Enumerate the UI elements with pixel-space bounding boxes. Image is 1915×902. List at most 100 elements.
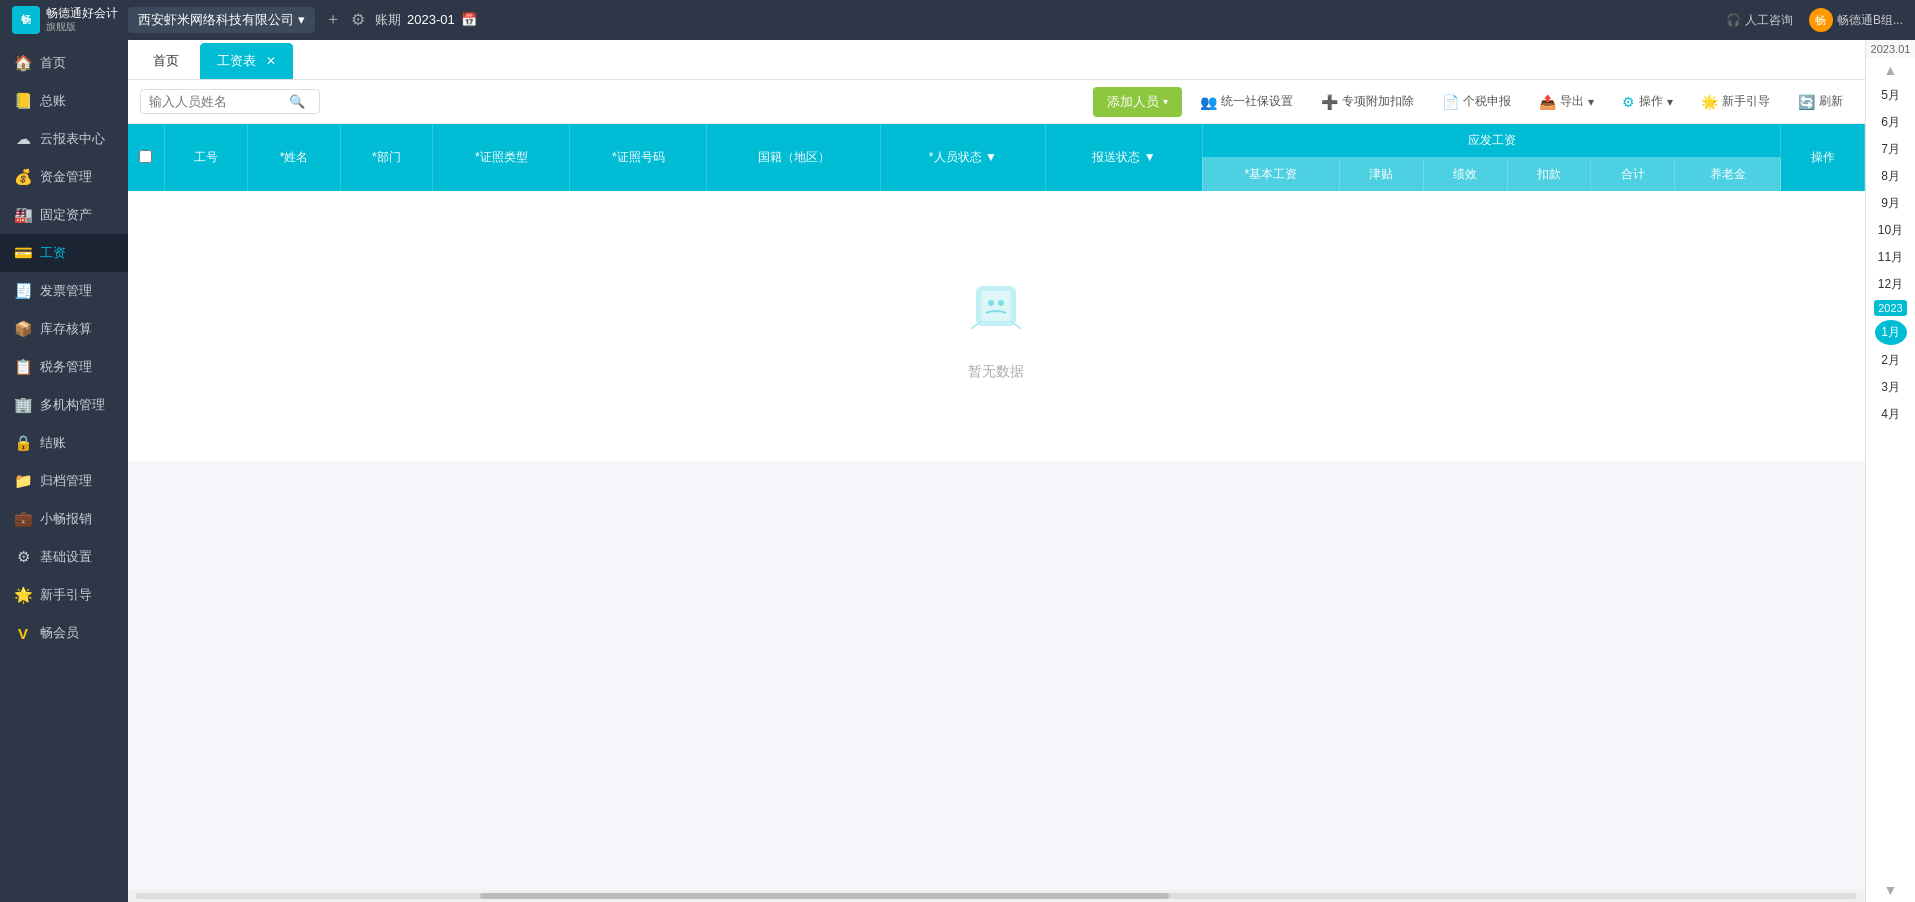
- expense-icon: 💼: [14, 510, 32, 528]
- guide-label: 新手引导: [1722, 93, 1770, 110]
- th-emp-id: 工号: [164, 124, 248, 191]
- operations-btn[interactable]: ⚙ 操作 ▾: [1612, 88, 1683, 115]
- ai-consult-btn[interactable]: 🎧 人工咨询: [1726, 12, 1793, 29]
- sidebar-item-settings[interactable]: ⚙ 基础设置: [0, 538, 128, 576]
- next-year-arrow[interactable]: ▼: [1866, 878, 1915, 902]
- month-6[interactable]: 6月: [1866, 109, 1915, 136]
- company-selector[interactable]: 西安虾米网络科技有限公司 ▾: [128, 7, 315, 33]
- fund-icon: 💰: [14, 168, 32, 186]
- month-list: 5月 6月 7月 8月 9月 10月 11月 12月 2023 1月 2月 3月…: [1866, 82, 1915, 878]
- sidebar-item-close[interactable]: 🔒 结账: [0, 424, 128, 462]
- sidebar-item-fund[interactable]: 💰 资金管理: [0, 158, 128, 196]
- logo-area: 畅 畅德通好会计 旗舰版: [12, 6, 118, 34]
- month-2[interactable]: 2月: [1866, 347, 1915, 374]
- sidebar-item-ledger[interactable]: 📒 总账: [0, 82, 128, 120]
- sidebar-item-tax[interactable]: 📋 税务管理: [0, 348, 128, 386]
- social-icon: 👥: [1200, 94, 1217, 110]
- tab-bar: 首页 工资表 ✕: [128, 40, 1865, 80]
- month-11[interactable]: 11月: [1866, 244, 1915, 271]
- tab-home[interactable]: 首页: [136, 43, 196, 79]
- period-value: 2023-01: [407, 12, 455, 27]
- multi-org-icon: 🏢: [14, 396, 32, 414]
- sidebar-label-vip: 畅会员: [40, 624, 79, 642]
- select-all-checkbox[interactable]: [139, 150, 152, 163]
- ops-icon: ⚙: [1622, 94, 1635, 110]
- scroll-thumb[interactable]: [480, 893, 1168, 899]
- right-panel: 2023.01 ▲ 5月 6月 7月 8月 9月 10月 11月 12月 202…: [1865, 40, 1915, 902]
- logo-icon: 畅: [12, 6, 40, 34]
- deduction-label: 专项附加扣除: [1342, 93, 1414, 110]
- sidebar-label-expense: 小畅报销: [40, 510, 92, 528]
- archive-icon: 📁: [14, 472, 32, 490]
- sidebar-item-home[interactable]: 🏠 首页: [0, 44, 128, 82]
- month-4[interactable]: 4月: [1866, 401, 1915, 428]
- refresh-btn[interactable]: 🔄 刷新: [1788, 88, 1853, 115]
- tax-label: 个税申报: [1463, 93, 1511, 110]
- month-7[interactable]: 7月: [1866, 136, 1915, 163]
- sidebar-item-fixed-assets[interactable]: 🏭 固定资产: [0, 196, 128, 234]
- month-3[interactable]: 3月: [1866, 374, 1915, 401]
- tab-close-icon[interactable]: ✕: [266, 55, 276, 67]
- month-12[interactable]: 12月: [1866, 271, 1915, 298]
- scroll-track[interactable]: [136, 893, 1857, 899]
- guide-btn[interactable]: 🌟 新手引导: [1691, 88, 1780, 115]
- th-performance: 绩效: [1423, 158, 1507, 192]
- month-10[interactable]: 10月: [1866, 217, 1915, 244]
- month-8[interactable]: 8月: [1866, 163, 1915, 190]
- export-btn[interactable]: 📤 导出 ▾: [1529, 88, 1604, 115]
- sidebar-label-archive: 归档管理: [40, 472, 92, 490]
- calendar-icon[interactable]: 📅: [461, 12, 477, 27]
- sidebar-item-inventory[interactable]: 📦 库存核算: [0, 310, 128, 348]
- th-checkbox[interactable]: [128, 124, 164, 191]
- sidebar: 🏠 首页 📒 总账 ☁ 云报表中心 💰 资金管理 🏭 固定资产 💳 工资 🧾 发…: [0, 40, 128, 902]
- company-name: 西安虾米网络科技有限公司: [138, 11, 294, 29]
- tax-filing-btn[interactable]: 📄 个税申报: [1432, 88, 1521, 115]
- toolbar-area: 🔍 添加人员 ▾ 👥 统一社保设置 ➕ 专项附加扣除 📄 个税申报 📤 导出: [128, 80, 1865, 124]
- sidebar-item-guide[interactable]: 🌟 新手引导: [0, 576, 128, 614]
- month-1-active[interactable]: 1月: [1875, 320, 1907, 345]
- current-year-badge: 2023: [1874, 300, 1906, 316]
- export-label: 导出: [1560, 93, 1584, 110]
- home-icon: 🏠: [14, 54, 32, 72]
- th-social-ins: 养老金: [1675, 158, 1781, 192]
- sidebar-item-archive[interactable]: 📁 归档管理: [0, 462, 128, 500]
- sidebar-item-salary[interactable]: 💳 工资: [0, 234, 128, 272]
- month-9[interactable]: 9月: [1866, 190, 1915, 217]
- company-dropdown-icon: ▾: [298, 12, 305, 27]
- empty-illustration: [956, 271, 1036, 351]
- user-avatar: 畅: [1809, 8, 1833, 32]
- sidebar-label-tax: 税务管理: [40, 358, 92, 376]
- search-wrap[interactable]: 🔍: [140, 89, 320, 114]
- prev-year-arrow[interactable]: ▲: [1866, 58, 1915, 82]
- content-area: 首页 工资表 ✕ 🔍 添加人员 ▾ 👥 统一社保设置 ➕: [128, 40, 1865, 902]
- th-allowance: 津贴: [1340, 158, 1424, 192]
- th-total: 合计: [1591, 158, 1675, 192]
- th-id-number: *证照号码: [570, 124, 707, 191]
- sidebar-item-expense[interactable]: 💼 小畅报销: [0, 500, 128, 538]
- logo-title: 畅德通好会计: [46, 6, 118, 20]
- sidebar-item-vip[interactable]: V 畅会员: [0, 614, 128, 652]
- sidebar-item-cloud-report[interactable]: ☁ 云报表中心: [0, 120, 128, 158]
- scrollbar-area[interactable]: [128, 890, 1865, 902]
- sidebar-label-guide: 新手引导: [40, 586, 92, 604]
- user-menu[interactable]: 畅 畅德通B组...: [1809, 8, 1903, 32]
- sidebar-label-close: 结账: [40, 434, 66, 452]
- deduction-icon: ➕: [1321, 94, 1338, 110]
- month-5[interactable]: 5月: [1866, 82, 1915, 109]
- settings-icon[interactable]: ⚙: [351, 10, 365, 29]
- sidebar-item-invoice[interactable]: 🧾 发票管理: [0, 272, 128, 310]
- special-deduction-btn[interactable]: ➕ 专项附加扣除: [1311, 88, 1424, 115]
- ops-dropdown-icon: ▾: [1667, 95, 1673, 109]
- sidebar-label-fixed: 固定资产: [40, 206, 92, 224]
- user-name: 畅德通B组...: [1837, 12, 1903, 29]
- svg-rect-1: [981, 291, 1011, 321]
- search-input[interactable]: [149, 94, 289, 109]
- guide-icon: 🌟: [14, 586, 32, 604]
- tab-salary-table[interactable]: 工资表 ✕: [200, 43, 293, 79]
- sidebar-item-multi-org[interactable]: 🏢 多机构管理: [0, 386, 128, 424]
- sidebar-label-cloud: 云报表中心: [40, 130, 105, 148]
- social-security-btn[interactable]: 👥 统一社保设置: [1190, 88, 1303, 115]
- add-company-btn[interactable]: ＋: [325, 9, 341, 30]
- add-person-dropdown-icon: ▾: [1163, 96, 1168, 107]
- add-person-button[interactable]: 添加人员 ▾: [1093, 87, 1182, 117]
